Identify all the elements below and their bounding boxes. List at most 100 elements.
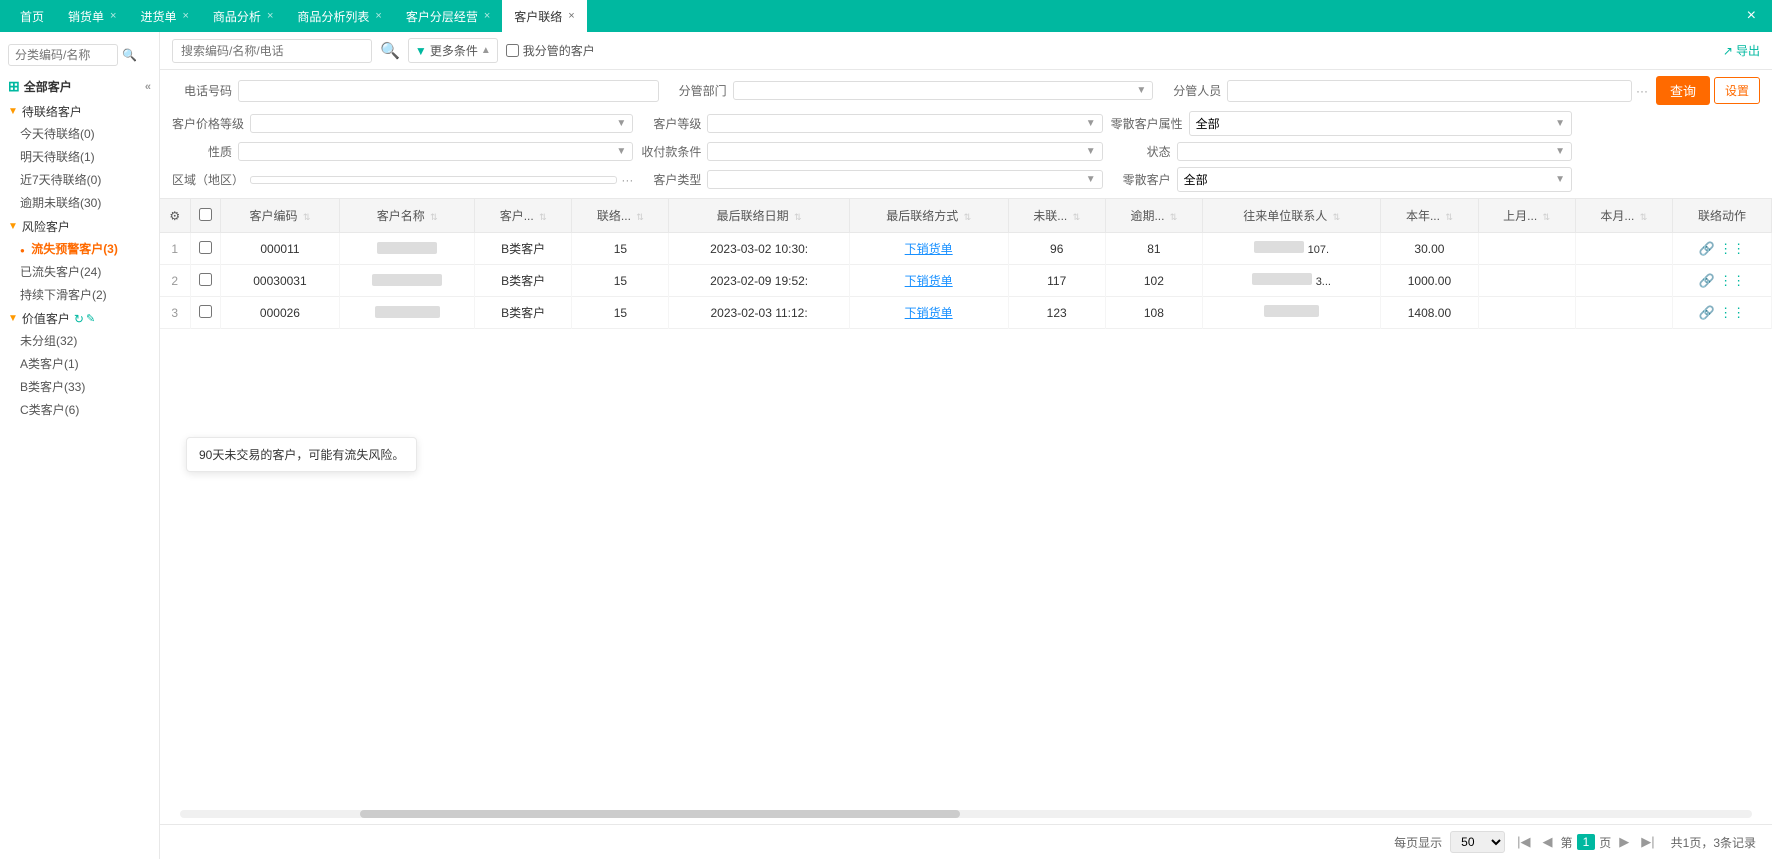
nav-item-sales[interactable]: 销货单 × xyxy=(56,0,128,32)
table-scrollbar-thumb[interactable] xyxy=(360,810,960,818)
sidebar-search-input[interactable] xyxy=(8,44,118,66)
per-page-select[interactable]: 50 100 200 xyxy=(1450,831,1505,853)
close-icon-analysis[interactable]: × xyxy=(267,10,273,22)
pager-prev-btn[interactable]: ◀ xyxy=(1539,833,1557,851)
action-link-icon[interactable]: 🔗 xyxy=(1699,273,1715,289)
nav-item-customer-tier[interactable]: 客户分层经营 × xyxy=(394,0,502,32)
filter-search-icon[interactable]: 🔍 xyxy=(380,41,400,61)
filter-person-more-icon[interactable]: ··· xyxy=(1636,84,1648,98)
th-name[interactable]: 客户名称 ⇅ xyxy=(340,199,475,233)
action-menu-icon[interactable]: ⋮⋮ xyxy=(1719,273,1745,289)
row-checkbox[interactable] xyxy=(199,273,212,286)
nav-item-analysis[interactable]: 商品分析 × xyxy=(201,0,285,32)
sidebar-item-churn-warning[interactable]: 流失预警客户(3) xyxy=(0,237,159,260)
sidebar-search-icon[interactable]: 🔍 xyxy=(122,48,137,62)
sidebar-group-risk[interactable]: ▼ 风险客户 xyxy=(0,214,159,237)
sidebar-item-churned[interactable]: 已流失客户(24) xyxy=(0,260,159,283)
th-type[interactable]: 客户... ⇅ xyxy=(475,199,572,233)
action-menu-icon[interactable]: ⋮⋮ xyxy=(1719,241,1745,257)
cell-checkbox[interactable] xyxy=(190,297,220,329)
sidebar-item-tomorrow[interactable]: 明天待联络(1) xyxy=(0,145,159,168)
tooltip-churn-risk: 90天未交易的客户，可能有流失风险。 xyxy=(186,437,417,472)
sidebar-item-class-b[interactable]: B类客户(33) xyxy=(0,375,159,398)
more-conditions-btn[interactable]: ▼ 更多条件 ▲ xyxy=(408,38,498,63)
close-icon-purchase[interactable]: × xyxy=(182,10,188,22)
sidebar-item-class-a[interactable]: A类客户(1) xyxy=(0,352,159,375)
th-checkbox[interactable] xyxy=(190,199,220,233)
nav-item-customer-contact[interactable]: 客户联络 × xyxy=(502,0,586,32)
cell-last-method[interactable]: 下销货单 xyxy=(849,297,1008,329)
row-checkbox[interactable] xyxy=(199,305,212,318)
action-menu-icon[interactable]: ⋮⋮ xyxy=(1719,305,1745,321)
sidebar-group-value[interactable]: ▼ 价值客户 ↻ ✎ xyxy=(0,306,159,329)
filter-dept: 分管部门 ▼ xyxy=(667,81,1154,100)
export-button[interactable]: ↗ 导出 xyxy=(1723,42,1760,59)
sidebar-item-class-c[interactable]: C类客户(6) xyxy=(0,398,159,421)
th-contact-person[interactable]: 往来单位联系人 ⇅ xyxy=(1203,199,1381,233)
filter-search-input[interactable] xyxy=(172,39,372,63)
table-scrollbar[interactable] xyxy=(180,810,1752,818)
my-customers-checkbox[interactable] xyxy=(506,44,519,57)
my-customers-filter[interactable]: 我分管的客户 xyxy=(506,42,595,59)
th-last-date[interactable]: 最后联络日期 ⇅ xyxy=(669,199,849,233)
filter-retail-attr-select[interactable]: 全部 ▼ xyxy=(1189,111,1572,136)
filter-customer-type-select[interactable]: ▼ xyxy=(707,170,1102,189)
window-close-icon[interactable]: × xyxy=(1739,7,1764,25)
th-last-method[interactable]: 最后联络方式 ⇅ xyxy=(849,199,1008,233)
filter-region-select[interactable] xyxy=(250,176,617,184)
refresh-icon-value[interactable]: ↻ xyxy=(74,312,84,326)
table-row: 2 00030031 blurred2 B类客户 15 2023-02-09 1… xyxy=(160,265,1772,297)
close-icon-customer-tier[interactable]: × xyxy=(484,10,490,22)
filter-nature-select[interactable]: ▼ xyxy=(238,142,633,161)
close-icon-analysis-list[interactable]: × xyxy=(375,10,381,22)
query-button[interactable]: 查询 xyxy=(1656,76,1710,105)
filter-retail-attr-label: 零散客户属性 xyxy=(1111,115,1183,132)
th-this-year[interactable]: 本年... ⇅ xyxy=(1381,199,1478,233)
settings-icon[interactable]: ⚙ xyxy=(169,209,180,223)
th-contacts[interactable]: 联络... ⇅ xyxy=(572,199,669,233)
nav-item-analysis-list[interactable]: 商品分析列表 × xyxy=(285,0,393,32)
th-overdue[interactable]: 逾期... ⇅ xyxy=(1105,199,1202,233)
sidebar-item-overdue[interactable]: 逾期未联络(30) xyxy=(0,191,159,214)
action-link-icon[interactable]: 🔗 xyxy=(1699,305,1715,321)
filter-customer-level-select[interactable]: ▼ xyxy=(707,114,1102,133)
row-checkbox[interactable] xyxy=(199,241,212,254)
edit-icon-value[interactable]: ✎ xyxy=(86,312,95,325)
cell-last-month xyxy=(1478,233,1575,265)
nav-item-home[interactable]: 首页 xyxy=(8,0,56,32)
filter-person-input[interactable] xyxy=(1227,80,1632,102)
sort-icon-type: ⇅ xyxy=(539,212,547,222)
pager-first-btn[interactable]: |◀ xyxy=(1513,833,1534,851)
sidebar-item-today[interactable]: 今天待联络(0) xyxy=(0,122,159,145)
filter-dept-select[interactable]: ▼ xyxy=(733,81,1154,100)
close-icon-sales[interactable]: × xyxy=(110,10,116,22)
sidebar-all-customers[interactable]: ⊞ 全部客户 « xyxy=(0,74,159,99)
th-unlink[interactable]: 未联... ⇅ xyxy=(1008,199,1105,233)
nav-item-purchase[interactable]: 进货单 × xyxy=(128,0,200,32)
sidebar-item-7days[interactable]: 近7天待联络(0) xyxy=(0,168,159,191)
action-link-icon[interactable]: 🔗 xyxy=(1699,241,1715,257)
cell-checkbox[interactable] xyxy=(190,233,220,265)
pager-next-btn[interactable]: ▶ xyxy=(1615,833,1633,851)
th-last-month[interactable]: 上月... ⇅ xyxy=(1478,199,1575,233)
settings-button[interactable]: 设置 xyxy=(1714,77,1760,104)
filter-phone-input[interactable] xyxy=(238,80,659,102)
th-this-month[interactable]: 本月... ⇅ xyxy=(1575,199,1672,233)
th-code[interactable]: 客户编码 ⇅ xyxy=(220,199,340,233)
pager-last-btn[interactable]: ▶| xyxy=(1637,833,1658,851)
filter-retail-select[interactable]: 全部 ▼ xyxy=(1177,167,1572,192)
cell-last-method[interactable]: 下销货单 xyxy=(849,233,1008,265)
th-settings[interactable]: ⚙ xyxy=(160,199,190,233)
collapse-icon[interactable]: « xyxy=(145,81,151,93)
sidebar-group-pending[interactable]: ▼ 待联络客户 xyxy=(0,99,159,122)
select-all-checkbox[interactable] xyxy=(199,208,212,221)
filter-region-more-icon[interactable]: ··· xyxy=(621,173,633,187)
sidebar-item-declining[interactable]: 持续下滑客户(2) xyxy=(0,283,159,306)
sidebar-item-ungroup[interactable]: 未分组(32) xyxy=(0,329,159,352)
filter-price-level-select[interactable]: ▼ xyxy=(250,114,633,133)
filter-payment-select[interactable]: ▼ xyxy=(707,142,1102,161)
cell-checkbox[interactable] xyxy=(190,265,220,297)
cell-last-method[interactable]: 下销货单 xyxy=(849,265,1008,297)
filter-status-select[interactable]: ▼ xyxy=(1177,142,1572,161)
close-icon-customer-contact[interactable]: × xyxy=(568,10,574,22)
